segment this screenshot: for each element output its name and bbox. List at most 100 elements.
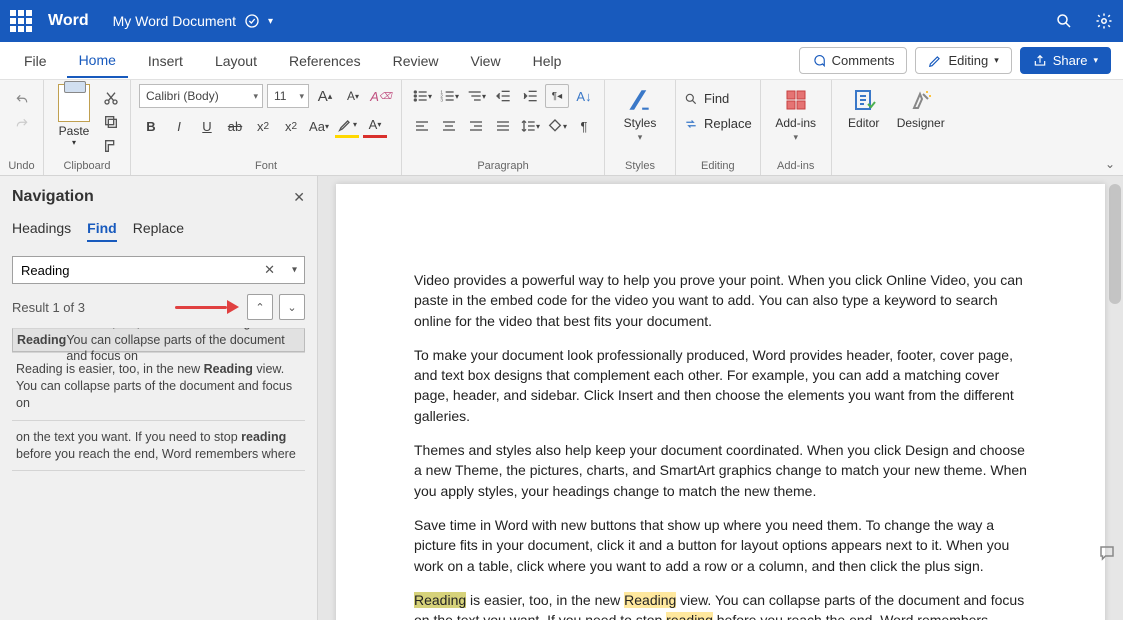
group-label-styles: Styles — [613, 158, 667, 175]
shrink-font-button[interactable]: A▾ — [341, 84, 365, 108]
copy-button[interactable] — [100, 112, 122, 132]
decrease-indent-button[interactable] — [491, 84, 515, 108]
sort-button[interactable]: A↓ — [572, 84, 596, 108]
subscript-button[interactable]: x2 — [251, 114, 275, 138]
highlight: Reading — [624, 592, 676, 608]
document-canvas[interactable]: Video provides a powerful way to help yo… — [318, 176, 1123, 620]
font-name-value: Calibri (Body) — [146, 89, 219, 103]
search-options-button[interactable]: ▾ — [292, 265, 297, 276]
share-label: Share — [1053, 53, 1088, 68]
add-comment-button[interactable] — [1097, 544, 1117, 562]
paste-label: Paste — [59, 124, 90, 138]
superscript-button[interactable]: x2 — [279, 114, 303, 138]
styles-button[interactable]: Styles ▾ — [613, 84, 667, 143]
line-spacing-button[interactable]: ▾ — [518, 114, 542, 138]
clear-search-button[interactable]: ✕ — [264, 262, 275, 278]
paragraph[interactable]: To make your document look professionall… — [414, 345, 1027, 426]
title-bar: Word My Word Document ▾ — [0, 0, 1123, 42]
increase-indent-button[interactable] — [518, 84, 542, 108]
paragraph[interactable]: Save time in Word with new buttons that … — [414, 515, 1027, 576]
next-result-button[interactable]: ⌄ — [279, 294, 305, 320]
format-painter-button[interactable] — [100, 136, 122, 156]
search-result-item[interactable]: on the text you want. If you need to sto… — [12, 420, 305, 472]
strikethrough-button[interactable]: ab — [223, 114, 247, 138]
share-button[interactable]: Share ▾ — [1020, 47, 1111, 74]
navigation-title: Navigation — [12, 188, 94, 206]
bold-button[interactable]: B — [139, 114, 163, 138]
addins-button[interactable]: Add-ins ▾ — [769, 84, 823, 143]
app-launcher-icon[interactable] — [10, 10, 32, 32]
tab-help[interactable]: Help — [521, 45, 574, 77]
replace-label: Replace — [704, 116, 752, 131]
previous-result-button[interactable]: ⌃ — [247, 294, 273, 320]
align-right-button[interactable] — [464, 114, 488, 138]
highlight-color-button[interactable]: ▾ — [335, 114, 359, 138]
editing-mode-label: Editing — [948, 53, 988, 68]
settings-gear-icon[interactable] — [1095, 12, 1113, 30]
page: Video provides a powerful way to help yo… — [336, 184, 1105, 620]
nav-tab-replace[interactable]: Replace — [133, 220, 184, 242]
editor-icon — [849, 86, 879, 114]
comments-label: Comments — [832, 53, 895, 68]
replace-button[interactable]: Replace — [684, 116, 752, 131]
tab-layout[interactable]: Layout — [203, 45, 269, 77]
chevron-down-icon: ▾ — [72, 138, 76, 147]
comments-button[interactable]: Comments — [799, 47, 908, 74]
font-size-value: 11 — [274, 89, 286, 103]
tab-home[interactable]: Home — [67, 44, 128, 78]
group-label-clipboard: Clipboard — [52, 158, 122, 175]
chevron-down-icon: ▾ — [299, 91, 304, 102]
italic-button[interactable]: I — [167, 114, 191, 138]
collapse-ribbon-button[interactable]: ⌄ — [1105, 157, 1115, 171]
change-case-button[interactable]: Aa▾ — [307, 114, 331, 138]
designer-button[interactable]: Designer — [892, 84, 950, 130]
paste-button[interactable]: Paste ▾ — [52, 84, 96, 147]
search-input[interactable] — [12, 256, 305, 284]
clear-formatting-button[interactable]: A⌫ — [369, 84, 393, 108]
pencil-icon — [928, 54, 942, 68]
search-icon[interactable] — [1055, 12, 1073, 30]
styles-label: Styles — [624, 116, 657, 130]
align-center-button[interactable] — [437, 114, 461, 138]
font-size-select[interactable]: 11 ▾ — [267, 84, 309, 108]
replace-icon — [684, 117, 698, 131]
cut-button[interactable] — [100, 88, 122, 108]
tabs-row: File Home Insert Layout References Revie… — [0, 42, 1123, 80]
paragraph[interactable]: Themes and styles also help keep your do… — [414, 440, 1027, 501]
nav-tab-headings[interactable]: Headings — [12, 220, 71, 242]
bullets-button[interactable]: ▾ — [410, 84, 434, 108]
search-result-item[interactable]: Reading is easier, too, in the new Readi… — [12, 328, 305, 352]
text-direction-button[interactable]: ¶◂ — [545, 84, 569, 108]
close-navigation-button[interactable]: ✕ — [293, 189, 305, 206]
tab-insert[interactable]: Insert — [136, 45, 195, 77]
undo-button[interactable] — [11, 90, 33, 110]
chevron-down-icon: ▾ — [268, 16, 273, 27]
redo-button[interactable] — [11, 114, 33, 134]
align-left-button[interactable] — [410, 114, 434, 138]
addins-label: Add-ins — [775, 116, 816, 130]
numbering-button[interactable]: 123▾ — [437, 84, 461, 108]
show-marks-button[interactable]: ¶ — [572, 114, 596, 138]
saved-icon — [244, 13, 260, 29]
document-title[interactable]: My Word Document ▾ — [113, 13, 273, 29]
font-color-button[interactable]: A▾ — [363, 114, 387, 138]
font-name-select[interactable]: Calibri (Body)▾ — [139, 84, 263, 108]
tab-references[interactable]: References — [277, 45, 373, 77]
editing-mode-button[interactable]: Editing ▾ — [915, 47, 1011, 74]
navigation-pane: Navigation ✕ Headings Find Replace ✕ ▾ R… — [0, 176, 318, 620]
tab-file[interactable]: File — [12, 45, 59, 77]
paragraph[interactable]: Reading is easier, too, in the new Readi… — [414, 590, 1027, 620]
shading-button[interactable]: ▾ — [545, 114, 569, 138]
justify-button[interactable] — [491, 114, 515, 138]
underline-button[interactable]: U — [195, 114, 219, 138]
multilevel-list-button[interactable]: ▾ — [464, 84, 488, 108]
find-button[interactable]: Find — [684, 91, 729, 106]
tab-view[interactable]: View — [458, 45, 512, 77]
document-title-text: My Word Document — [113, 13, 236, 29]
nav-tab-find[interactable]: Find — [87, 220, 117, 242]
editor-button[interactable]: Editor — [840, 84, 888, 130]
grow-font-button[interactable]: A▴ — [313, 84, 337, 108]
paragraph[interactable]: Video provides a powerful way to help yo… — [414, 270, 1027, 331]
vertical-scrollbar[interactable] — [1109, 184, 1121, 304]
tab-review[interactable]: Review — [381, 45, 451, 77]
